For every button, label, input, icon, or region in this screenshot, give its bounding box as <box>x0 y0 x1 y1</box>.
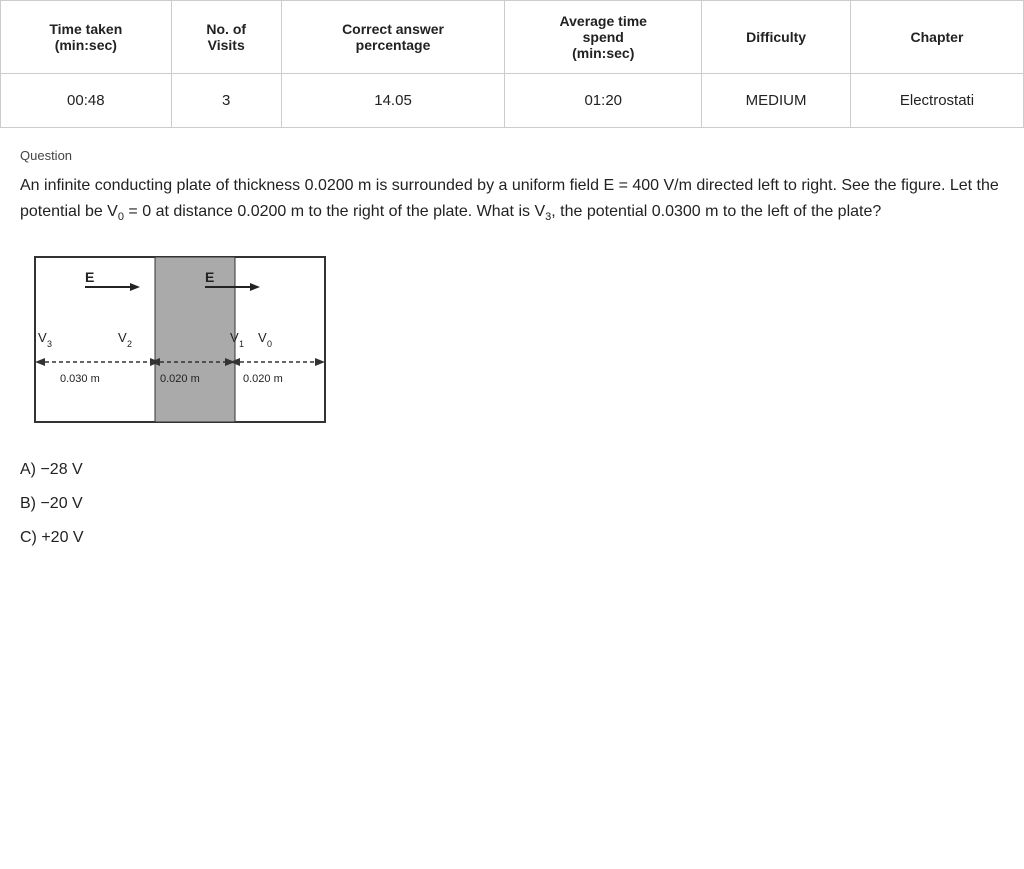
answer-option-b: B) −20 V <box>20 495 1004 513</box>
answer-option-a: A) −28 V <box>20 461 1004 479</box>
v1-subscript: 1 <box>239 339 244 349</box>
distance-020-right: 0.020 m <box>243 373 283 385</box>
answer-label-a: A) <box>20 461 40 478</box>
cell-no-visits: 3 <box>171 74 281 128</box>
v2-subscript: 2 <box>127 339 132 349</box>
distance-020-plate: 0.020 m <box>160 373 200 385</box>
v0-label: V <box>258 330 267 345</box>
col-header-time: Time taken(min:sec) <box>1 1 172 74</box>
cell-time-taken: 00:48 <box>1 74 172 128</box>
answer-value-c: +20 V <box>41 529 83 546</box>
cell-avg-time: 01:20 <box>505 74 702 128</box>
question-label: Question <box>20 148 1004 163</box>
v3-label: V <box>38 330 47 345</box>
v3-subscript: 3 <box>47 339 52 349</box>
answer-value-a: −28 V <box>40 461 82 478</box>
answer-options: A) −28 V B) −20 V C) +20 V <box>0 461 1024 547</box>
answer-value-b: −20 V <box>40 495 82 512</box>
answer-label-b: B) <box>20 495 40 512</box>
cell-difficulty: MEDIUM <box>702 74 851 128</box>
col-header-chapter: Chapter <box>850 1 1023 74</box>
v1-label: V <box>230 330 239 345</box>
v2-label: V <box>118 330 127 345</box>
answer-label-c: C) <box>20 529 41 546</box>
stats-table: Time taken(min:sec) No. ofVisits Correct… <box>0 0 1024 128</box>
col-header-difficulty: Difficulty <box>702 1 851 74</box>
distance-030: 0.030 m <box>60 373 100 385</box>
e-label-right: E <box>205 269 214 285</box>
col-header-avg-time: Average timespend(min:sec) <box>505 1 702 74</box>
question-text: An infinite conducting plate of thicknes… <box>20 173 1004 226</box>
col-header-correct: Correct answerpercentage <box>281 1 504 74</box>
col-header-visits: No. ofVisits <box>171 1 281 74</box>
cell-chapter: Electrostati <box>850 74 1023 128</box>
e-label-left: E <box>85 269 94 285</box>
v0-subscript: 0 <box>267 339 272 349</box>
cell-correct-pct: 14.05 <box>281 74 504 128</box>
question-section: Question An infinite conducting plate of… <box>0 128 1024 461</box>
answer-option-c: C) +20 V <box>20 529 1004 547</box>
table-row: 00:48 3 14.05 01:20 MEDIUM Electrostati <box>1 74 1024 128</box>
physics-figure: E E V 3 V 2 V 1 V 0 0.030 m <box>30 252 330 427</box>
figure-svg: E E V 3 V 2 V 1 V 0 0.030 m <box>30 252 330 427</box>
